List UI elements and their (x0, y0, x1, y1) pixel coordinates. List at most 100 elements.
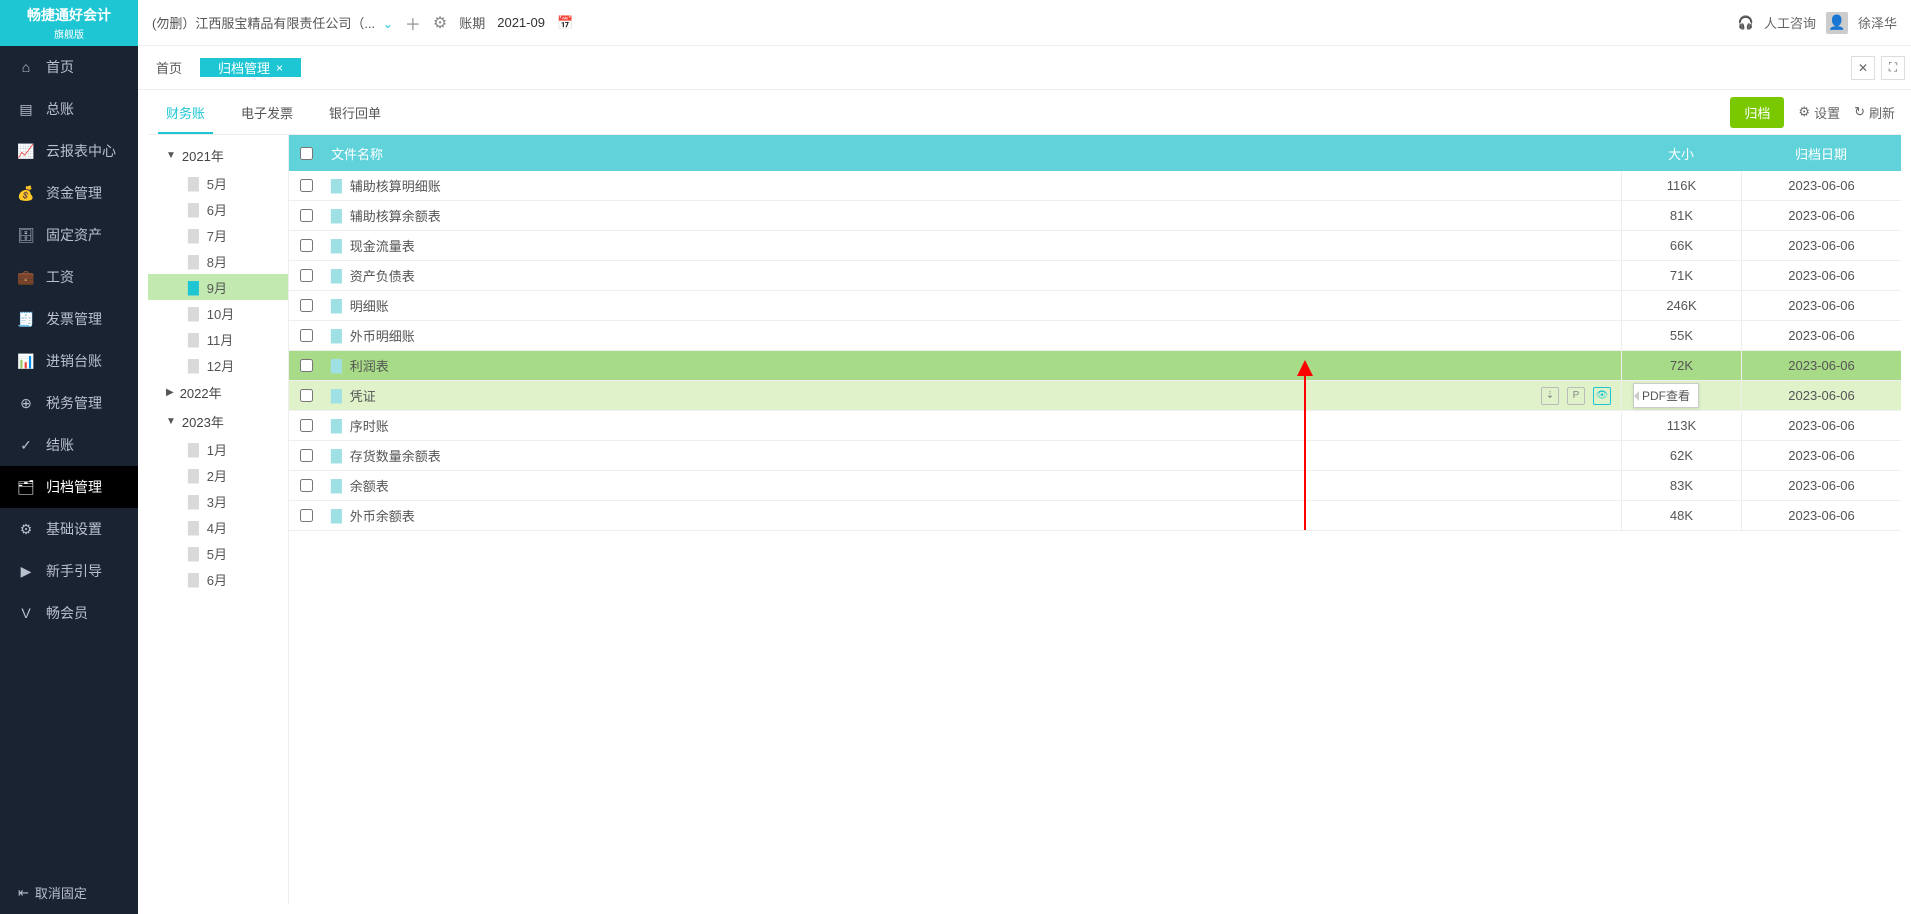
table-row[interactable]: ▇存货数量余额表 62K 2023-06-06 (289, 441, 1901, 471)
table-row[interactable]: ▇明细账 246K 2023-06-06 (289, 291, 1901, 321)
period-value[interactable]: 2021-09 (497, 15, 545, 30)
sidebar-item-money[interactable]: 💰资金管理 (0, 172, 138, 214)
table-row[interactable]: ▇资产负债表 71K 2023-06-06 (289, 261, 1901, 291)
close-icon: ✓ (18, 437, 34, 453)
table-row[interactable]: ▇外币余额表 48K 2023-06-06 (289, 501, 1901, 531)
tree-month[interactable]: ▇10月 (148, 300, 288, 326)
file-date: 2023-06-06 (1741, 351, 1901, 380)
tree-year[interactable]: ▼2021年 (148, 141, 288, 170)
table-row[interactable]: ▇序时账 113K 2023-06-06 (289, 411, 1901, 441)
tab-expand-button[interactable]: ⛶ (1881, 56, 1905, 80)
file-date: 2023-06-06 (1741, 381, 1901, 410)
subtab[interactable]: 财务账 (148, 90, 223, 134)
tree-month-label: 6月 (207, 200, 227, 219)
row-checkbox[interactable] (300, 359, 313, 372)
row-checkbox[interactable] (300, 449, 313, 462)
table-row[interactable]: ▇外币明细账 55K 2023-06-06 (289, 321, 1901, 351)
tree-month[interactable]: ▇9月 (148, 274, 288, 300)
file-name: 资产负债表 (350, 266, 415, 285)
sidebar-item-home[interactable]: ⌂首页 (0, 46, 138, 88)
pdf-icon[interactable]: P (1567, 387, 1585, 405)
sidebar-unpin[interactable]: ⇤ 取消固定 (0, 871, 138, 914)
invoice-icon: 🧾 (18, 311, 34, 327)
sidebar-item-asset[interactable]: 🗄固定资产 (0, 214, 138, 256)
tree-month[interactable]: ▇8月 (148, 248, 288, 274)
sidebar-item-label: 工资 (46, 267, 74, 287)
company-selector[interactable]: (勿删）江西服宝精品有限责任公司（... ⌄ (152, 13, 393, 32)
file-name: 辅助核算明细账 (350, 176, 441, 195)
file-icon: ▇ (331, 207, 342, 224)
avatar[interactable]: 👤 (1826, 12, 1848, 34)
sidebar-item-invoice[interactable]: 🧾 发票管理 (0, 298, 138, 340)
sidebar-item-vip[interactable]: V畅会员 (0, 592, 138, 634)
money-icon: 💰 (18, 185, 34, 201)
sidebar-item-ledger[interactable]: ▤总账 (0, 88, 138, 130)
sidebar-item-label: 发票管理 (46, 309, 102, 329)
sidebar-item-archive[interactable]: 🗂归档管理 (0, 466, 138, 508)
tab[interactable]: 首页 (138, 58, 200, 77)
row-checkbox[interactable] (300, 419, 313, 432)
row-checkbox[interactable] (300, 329, 313, 342)
refresh-link[interactable]: ↻刷新 (1854, 103, 1895, 122)
settings-link[interactable]: ⚙设置 (1798, 103, 1840, 122)
row-checkbox[interactable] (300, 179, 313, 192)
tree-year[interactable]: ▼2023年 (148, 407, 288, 436)
sidebar-item-close[interactable]: ✓结账 (0, 424, 138, 466)
row-checkbox[interactable] (300, 269, 313, 282)
sidebar-item-guide[interactable]: ▶新手引导 (0, 550, 138, 592)
tab-close-button[interactable]: ✕ (1851, 56, 1875, 80)
subtab[interactable]: 电子发票 (223, 90, 311, 134)
sidebar-item-chart[interactable]: 📈云报表中心 (0, 130, 138, 172)
sidebar-item-salary[interactable]: 💼工资 (0, 256, 138, 298)
tree-month[interactable]: ▇6月 (148, 196, 288, 222)
row-checkbox[interactable] (300, 479, 313, 492)
file-size: 55K (1621, 321, 1741, 350)
home-icon: ⌂ (18, 59, 34, 75)
pdf-view-icon[interactable]: 👁 (1593, 387, 1611, 405)
sidebar-item-tax[interactable]: ⊕税务管理 (0, 382, 138, 424)
gear-icon[interactable]: ⚙ (433, 13, 447, 33)
table-row[interactable]: ▇利润表 72K 2023-06-06 (289, 351, 1901, 381)
sidebar-item-label: 固定资产 (46, 225, 102, 245)
table-row[interactable]: ▇辅助核算余额表 81K 2023-06-06 (289, 201, 1901, 231)
table-row[interactable]: ▇凭证 ⇣ P 👁 PDF查看 53K 2023-06-06 (289, 381, 1901, 411)
row-checkbox[interactable] (300, 299, 313, 312)
row-checkbox[interactable] (300, 509, 313, 522)
row-checkbox[interactable] (300, 239, 313, 252)
tree-month[interactable]: ▇12月 (148, 352, 288, 378)
add-icon[interactable]: ＋ (405, 11, 421, 35)
table-row[interactable]: ▇现金流量表 66K 2023-06-06 (289, 231, 1901, 261)
download-icon[interactable]: ⇣ (1541, 387, 1559, 405)
archive-button[interactable]: 归档 (1730, 97, 1784, 128)
consult-link[interactable]: 人工咨询 (1764, 13, 1816, 32)
tree-month[interactable]: ▇1月 (148, 436, 288, 462)
subtab[interactable]: 银行回单 (311, 90, 399, 134)
close-icon[interactable]: × (276, 61, 283, 75)
row-checkbox[interactable] (300, 389, 313, 402)
period-label: 账期 (459, 13, 485, 32)
tree-month[interactable]: ▇5月 (148, 170, 288, 196)
tree-month[interactable]: ▇2月 (148, 462, 288, 488)
sidebar-item-settings[interactable]: ⚙基础设置 (0, 508, 138, 550)
tree-month[interactable]: ▇4月 (148, 514, 288, 540)
select-all-checkbox[interactable] (300, 147, 313, 160)
table-row[interactable]: ▇辅助核算明细账 116K 2023-06-06 (289, 171, 1901, 201)
tab-label: 归档管理 (218, 58, 270, 77)
tab[interactable]: 归档管理 × (200, 58, 301, 77)
tree-year[interactable]: ▶2022年 (148, 378, 288, 407)
tree-month[interactable]: ▇11月 (148, 326, 288, 352)
folder-icon: ▇ (188, 467, 199, 484)
file-icon: ▇ (331, 447, 342, 464)
calendar-icon[interactable]: 📅 (557, 15, 573, 31)
sidebar-item-stock[interactable]: 📊进销台账 (0, 340, 138, 382)
tree-month[interactable]: ▇5月 (148, 540, 288, 566)
tree-month[interactable]: ▇7月 (148, 222, 288, 248)
tree-month-label: 12月 (207, 356, 234, 375)
folder-icon: ▇ (188, 493, 199, 510)
file-icon: ▇ (331, 357, 342, 374)
file-name: 现金流量表 (350, 236, 415, 255)
tree-month[interactable]: ▇6月 (148, 566, 288, 592)
table-row[interactable]: ▇余额表 83K 2023-06-06 (289, 471, 1901, 501)
tree-month[interactable]: ▇3月 (148, 488, 288, 514)
row-checkbox[interactable] (300, 209, 313, 222)
